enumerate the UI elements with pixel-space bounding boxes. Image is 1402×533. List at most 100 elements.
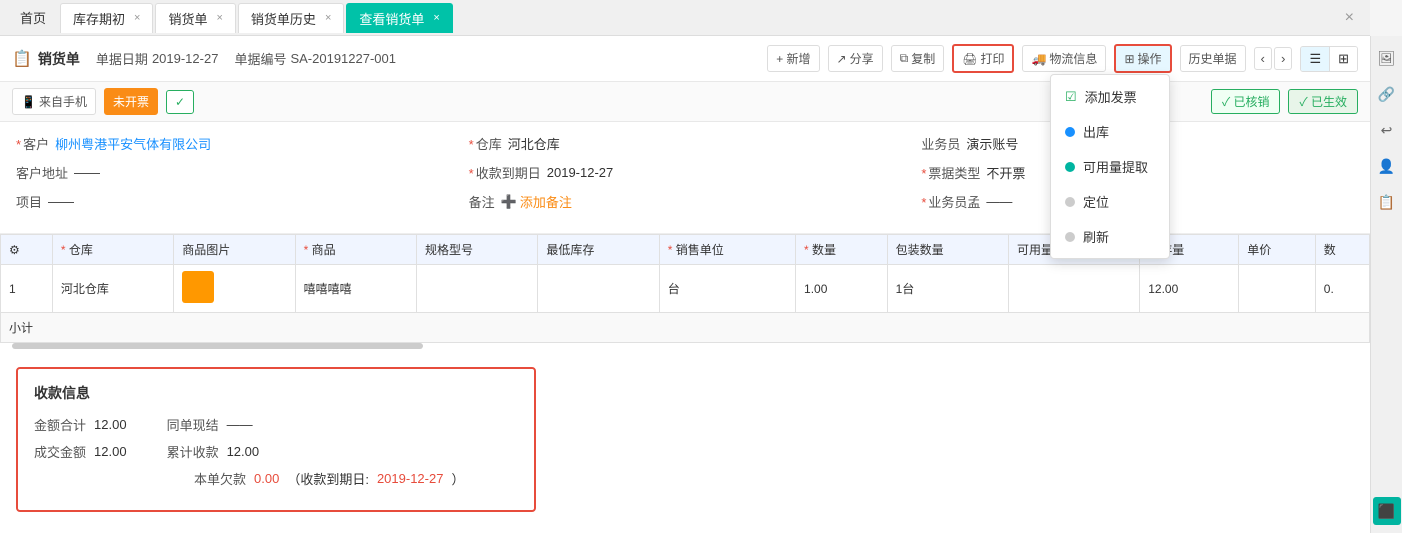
doc-meta: 单据日期 2019-12-27 单据编号 SA-20191227-001 xyxy=(96,49,396,68)
payment-title: 收款信息 xyxy=(34,383,518,403)
main-content: 📋 销货单 单据日期 2019-12-27 单据编号 SA-20191227-0… xyxy=(0,36,1370,533)
total-amount-field: 金额合计 12.00 xyxy=(34,415,127,434)
list-view-button[interactable]: ☰ xyxy=(1301,47,1330,71)
prev-button[interactable]: ‹ xyxy=(1254,47,1272,70)
tab-view-sales[interactable]: 查看销货单 × xyxy=(346,3,452,33)
table-row: 1 河北仓库 嘻嘻嘻嘻 台 1.00 1台 12 xyxy=(1,265,1370,313)
project-field: 项目 —— xyxy=(16,192,449,211)
sidebar-image-icon[interactable]: 🖼 xyxy=(1373,44,1401,72)
doc-date-value: 2019-12-27 xyxy=(152,51,219,66)
window-close-button[interactable]: × xyxy=(1337,5,1362,31)
col-product: 商品 xyxy=(295,235,416,265)
col-settings: ⚙ xyxy=(1,235,53,265)
doc-number-field: 单据编号 SA-20191227-001 xyxy=(234,49,396,68)
plus-icon: ➕ xyxy=(501,194,517,210)
tab-inventory[interactable]: 库存期初 × xyxy=(60,3,153,33)
teal-dot-icon xyxy=(1065,162,1075,172)
sidebar-expand-icon[interactable]: ⬛ xyxy=(1373,497,1401,525)
sidebar-link-icon[interactable]: 🔗 xyxy=(1373,80,1401,108)
customer-value[interactable]: 柳州粤港平安气体有限公司 xyxy=(55,134,211,153)
cell-product-img xyxy=(174,265,295,313)
horizontal-scrollbar[interactable] xyxy=(12,343,423,349)
sidebar-doc-icon[interactable]: 📋 xyxy=(1373,188,1401,216)
effective-badge: ✓ 已生效 xyxy=(1288,89,1358,114)
warehouse-field: *仓库 河北仓库 xyxy=(469,134,902,153)
print-button[interactable]: 🖨 打印 xyxy=(952,44,1014,73)
sidebar-return-icon[interactable]: ↩ xyxy=(1373,116,1401,144)
outbound-item[interactable]: 出库 xyxy=(1051,114,1169,149)
col-warehouse: 仓库 xyxy=(52,235,173,265)
payment-info-box: 收款信息 金额合计 12.00 同单现结 —— 成交金额 xyxy=(16,367,536,512)
doc-title: 📋 销货单 xyxy=(12,49,80,69)
same-order-field: 同单现结 —— xyxy=(167,415,253,434)
gray-dot2-icon xyxy=(1065,232,1075,242)
view-toggle: ☰ ⊞ xyxy=(1300,46,1358,72)
copy-icon: ⧉ xyxy=(900,51,909,66)
doc-number-value: SA-20191227-001 xyxy=(290,51,396,66)
due-date-field: *收款到期日 2019-12-27 xyxy=(469,163,902,182)
grid-icon: ⊞ xyxy=(1124,52,1134,66)
doc-actions: + 新增 ↗ 分享 ⧉ 复制 🖨 打印 🚚 xyxy=(767,44,1358,73)
settings-icon[interactable]: ⚙ xyxy=(9,243,20,257)
copy-button[interactable]: ⧉ 复制 xyxy=(891,45,945,72)
tab-home[interactable]: 首页 xyxy=(8,2,58,33)
col-unit: 销售单位 xyxy=(659,235,795,265)
doc-icon: 📋 xyxy=(12,49,32,69)
not-open-button[interactable]: 未开票 xyxy=(104,88,158,115)
phone-icon: 📱 xyxy=(21,95,36,109)
sidebar-user-icon[interactable]: 👤 xyxy=(1373,152,1401,180)
doc-header: 📋 销货单 单据日期 2019-12-27 单据编号 SA-20191227-0… xyxy=(0,36,1370,82)
tab-sales-history[interactable]: 销货单历史 × xyxy=(238,3,344,33)
from-phone-button[interactable]: 📱 来自手机 xyxy=(12,88,96,115)
cell-stock: 12.00 xyxy=(1140,265,1239,313)
share-icon: ↗ xyxy=(837,52,847,66)
history-button[interactable]: 历史单据 xyxy=(1180,45,1246,72)
col-min-stock: 最低库存 xyxy=(538,235,659,265)
cell-index: 1 xyxy=(1,265,53,313)
address-value: —— xyxy=(74,165,100,180)
owe-value: 0.00 xyxy=(254,471,279,486)
available-qty-item[interactable]: 可用量提取 xyxy=(1051,149,1169,184)
col-pack-qty: 包装数量 xyxy=(887,235,1008,265)
add-invoice-item[interactable]: ☑ 添加发票 xyxy=(1051,79,1169,114)
cumulative-value: 12.00 xyxy=(227,444,260,459)
cell-qty: 1.00 xyxy=(796,265,888,313)
next-button[interactable]: › xyxy=(1274,47,1292,70)
cell-warehouse: 河北仓库 xyxy=(52,265,173,313)
cell-amount: 0. xyxy=(1315,265,1369,313)
col-spec: 规格型号 xyxy=(416,235,537,265)
blue-dot-icon xyxy=(1065,127,1075,137)
tab-close-inventory[interactable]: × xyxy=(134,12,140,24)
salesperson-value: —— xyxy=(986,194,1012,209)
logistics-button[interactable]: 🚚 物流信息 xyxy=(1022,45,1106,72)
share-button[interactable]: ↗ 分享 xyxy=(828,45,883,72)
gray-dot-icon xyxy=(1065,197,1075,207)
new-button[interactable]: + 新增 xyxy=(767,45,819,72)
tab-close-sales-history[interactable]: × xyxy=(325,12,331,24)
refresh-item[interactable]: 刷新 xyxy=(1051,219,1169,254)
deal-amount-value: 12.00 xyxy=(94,444,127,459)
confirm-icon-button[interactable]: ✓ xyxy=(166,90,194,114)
owe-field: 本单欠款 0.00 （收款到期日: 2019-12-27 ） xyxy=(194,469,464,488)
grid-view-button[interactable]: ⊞ xyxy=(1330,47,1357,71)
tab-close-sales[interactable]: × xyxy=(216,12,222,24)
add-note-button[interactable]: ➕ 添加备注 xyxy=(501,192,572,211)
doc-date-field: 单据日期 2019-12-27 xyxy=(96,49,219,68)
locate-item[interactable]: 定位 xyxy=(1051,184,1169,219)
doc-type-label: 销货单 xyxy=(38,49,80,69)
cell-unit-price xyxy=(1239,265,1316,313)
cumulative-field: 累计收款 12.00 xyxy=(167,442,260,461)
col-product-img: 商品图片 xyxy=(174,235,295,265)
doc-date-label: 单据日期 xyxy=(96,49,148,68)
same-order-value: —— xyxy=(227,417,253,432)
tab-close-view-sales[interactable]: × xyxy=(433,12,439,24)
tab-sales[interactable]: 销货单 × xyxy=(155,3,235,33)
address-field: 客户地址 —— xyxy=(16,163,449,182)
total-amount-value: 12.00 xyxy=(94,417,127,432)
operator-value: 演示账号 xyxy=(966,134,1018,153)
tab-bar: 首页 库存期初 × 销货单 × 销货单历史 × 查看销货单 × × xyxy=(0,0,1370,36)
cell-min-stock xyxy=(538,265,659,313)
operate-dropdown: ☑ 添加发票 出库 可用量提取 定位 xyxy=(1050,74,1170,259)
operate-button[interactable]: ⊞ 操作 xyxy=(1114,44,1171,73)
col-qty: 数量 xyxy=(796,235,888,265)
